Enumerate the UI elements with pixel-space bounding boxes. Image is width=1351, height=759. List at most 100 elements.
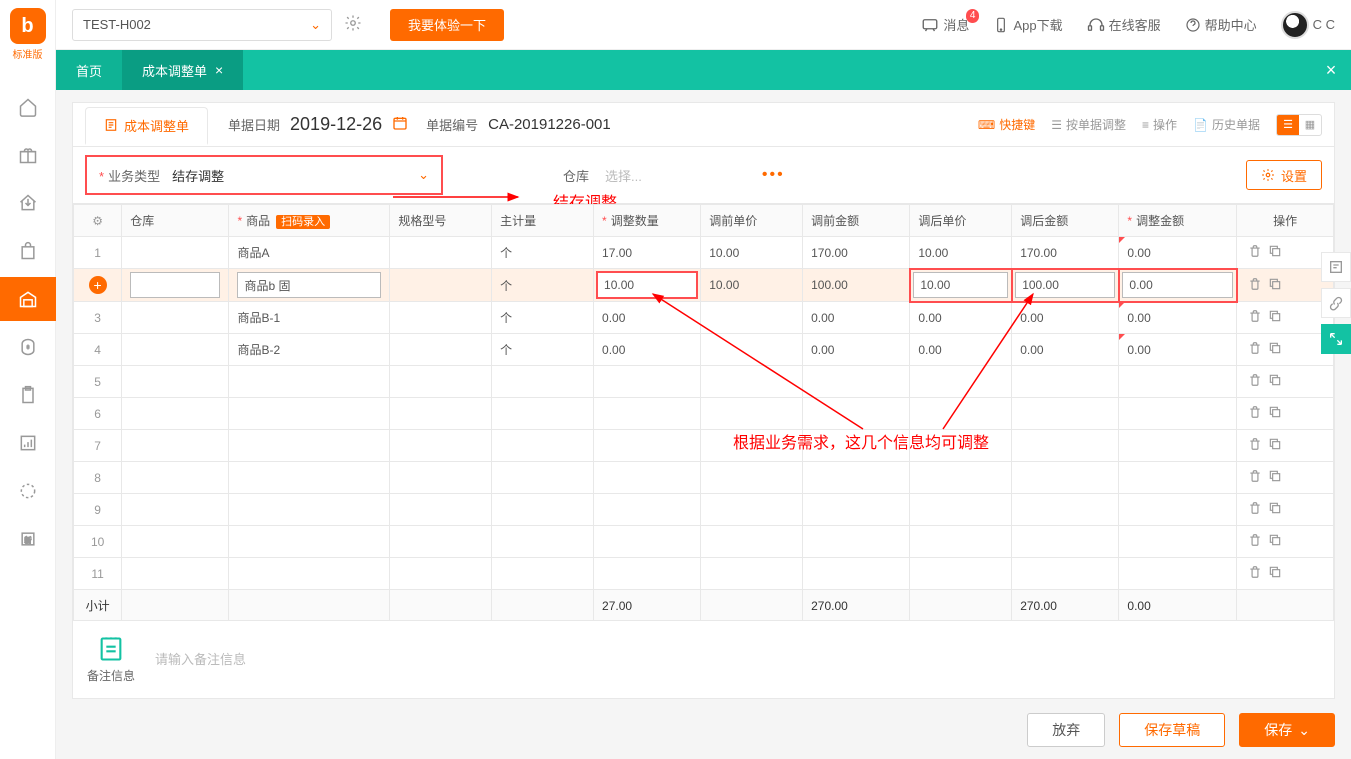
org-selector[interactable]: TEST-H002 ⌄ — [72, 9, 332, 41]
promo-button[interactable]: 我要体验一下 — [390, 9, 504, 41]
table-row[interactable]: 6 — [74, 398, 1334, 430]
table-row[interactable]: 7 — [74, 430, 1334, 462]
action-bar: 放弃 保存草稿 保存⌄ — [72, 699, 1335, 747]
more-icon[interactable]: ••• — [762, 166, 785, 184]
nav-warehouse-icon[interactable] — [0, 277, 56, 321]
col-unit[interactable]: 主计量 — [492, 205, 594, 237]
help-button[interactable]: 帮助中心 — [1185, 15, 1257, 34]
dock-expand-icon[interactable] — [1321, 324, 1351, 354]
messages-button[interactable]: 消息 4 — [921, 15, 969, 34]
remark-label: 备注信息 — [87, 667, 135, 684]
chevron-down-icon: ⌄ — [1298, 722, 1310, 739]
by-bill-button[interactable]: ☰ 按单据调整 — [1051, 116, 1126, 133]
warehouse-field[interactable]: 仓库 选择... — [563, 166, 642, 185]
avatar — [1281, 11, 1309, 39]
save-button[interactable]: 保存⌄ — [1239, 713, 1335, 747]
grid-header-row: ⚙ 仓库 *商品扫码录入 规格型号 主计量 *调整数量 调前单价 调前金额 调后… — [74, 205, 1334, 237]
col-pre-price[interactable]: 调前单价 — [701, 205, 803, 237]
delete-icon[interactable] — [1248, 277, 1262, 291]
table-row[interactable]: 11 — [74, 558, 1334, 590]
calendar-icon[interactable] — [392, 115, 408, 134]
close-icon[interactable]: × — [215, 62, 223, 78]
table-row[interactable]: 4商品B-2个0.000.000.000.000.00 — [74, 334, 1334, 366]
chevron-down-icon: ⌄ — [310, 17, 321, 33]
qty-input[interactable]: 10.00 — [597, 272, 697, 298]
col-post-amount[interactable]: 调后金额 — [1012, 205, 1119, 237]
table-row[interactable]: 3商品B-1个0.000.000.000.000.00 — [74, 302, 1334, 334]
table-row[interactable]: 8 — [74, 462, 1334, 494]
copy-icon[interactable] — [1268, 437, 1282, 451]
col-spec[interactable]: 规格型号 — [390, 205, 492, 237]
col-product[interactable]: *商品扫码录入 — [229, 205, 390, 237]
copy-icon[interactable] — [1268, 373, 1282, 387]
settings-button[interactable]: 设置 — [1246, 160, 1322, 190]
app-download-button[interactable]: App下载 — [993, 15, 1062, 34]
nav-report-icon[interactable] — [0, 421, 56, 465]
header-settings-icon[interactable]: ⚙ — [74, 205, 122, 237]
tab-home[interactable]: 首页 — [56, 50, 122, 90]
delete-icon[interactable] — [1248, 341, 1262, 355]
view-list-button[interactable]: ☰ — [1277, 115, 1299, 135]
nav-upload-icon[interactable] — [0, 181, 56, 225]
operation-button[interactable]: ≡ 操作 — [1142, 116, 1177, 133]
table-row[interactable]: 5 — [74, 366, 1334, 398]
col-adj-amount[interactable]: *调整金额 — [1119, 205, 1237, 237]
delete-icon[interactable] — [1248, 373, 1262, 387]
delete-icon[interactable] — [1248, 469, 1262, 483]
save-draft-button[interactable]: 保存草稿 — [1119, 713, 1225, 747]
delete-icon[interactable] — [1248, 533, 1262, 547]
user-menu[interactable]: C C — [1281, 11, 1335, 39]
nav-home-icon[interactable] — [0, 85, 56, 129]
delete-icon[interactable] — [1248, 244, 1262, 258]
customer-service-button[interactable]: 在线客服 — [1087, 15, 1161, 34]
user-label: C C — [1313, 17, 1335, 32]
shortcut-button[interactable]: ⌨ 快捷键 — [978, 116, 1035, 133]
document-type-tab[interactable]: 成本调整单 — [85, 107, 208, 145]
copy-icon[interactable] — [1268, 405, 1282, 419]
nav-sync-icon[interactable] — [0, 469, 56, 513]
table-row[interactable]: 9 — [74, 494, 1334, 526]
copy-icon[interactable] — [1268, 565, 1282, 579]
delete-icon[interactable] — [1248, 405, 1262, 419]
nav-bag-icon[interactable] — [0, 229, 56, 273]
copy-icon[interactable] — [1268, 341, 1282, 355]
adj-amount-input[interactable]: 0.00 — [1122, 272, 1233, 298]
table-row[interactable]: +商品b 固个10.0010.00100.0010.00100.000.00 — [74, 269, 1334, 302]
table-row[interactable]: 1商品A个17.0010.00170.0010.00170.000.00 — [74, 237, 1334, 269]
table-row[interactable]: 10 — [74, 526, 1334, 558]
nav-gift-icon[interactable] — [0, 133, 56, 177]
grid-footer: 小计 27.00 270.00 270.00 0.00 — [74, 590, 1334, 622]
copy-icon[interactable] — [1268, 309, 1282, 323]
delete-icon[interactable] — [1248, 309, 1262, 323]
nav-clipboard-icon[interactable] — [0, 373, 56, 417]
org-settings-icon[interactable] — [344, 14, 362, 35]
dock-link-icon[interactable] — [1321, 288, 1351, 318]
copy-icon[interactable] — [1268, 469, 1282, 483]
copy-icon[interactable] — [1268, 533, 1282, 547]
close-all-button[interactable]: × — [1311, 50, 1351, 90]
nav-new-icon[interactable]: 新 — [0, 517, 56, 561]
copy-icon[interactable] — [1268, 244, 1282, 258]
delete-icon[interactable] — [1248, 437, 1262, 451]
col-warehouse[interactable]: 仓库 — [122, 205, 229, 237]
discard-button[interactable]: 放弃 — [1027, 713, 1105, 747]
remark-input[interactable] — [155, 652, 1320, 667]
col-pre-amount[interactable]: 调前金额 — [803, 205, 910, 237]
copy-icon[interactable] — [1268, 277, 1282, 291]
nav-money-icon[interactable] — [0, 325, 56, 369]
document-header: 成本调整单 单据日期 2019-12-26 单据编号 CA-20191226-0… — [72, 102, 1335, 204]
delete-icon[interactable] — [1248, 501, 1262, 515]
business-type-field[interactable]: *业务类型 结存调整 ⌄ — [85, 155, 443, 195]
add-row-icon[interactable]: + — [89, 276, 107, 294]
col-post-price[interactable]: 调后单价 — [910, 205, 1012, 237]
remark-section: 备注信息 — [72, 621, 1335, 699]
post-price-input[interactable]: 10.00 — [913, 272, 1008, 298]
post-amount-input[interactable]: 100.00 — [1015, 272, 1115, 298]
delete-icon[interactable] — [1248, 565, 1262, 579]
copy-icon[interactable] — [1268, 501, 1282, 515]
dock-note-icon[interactable] — [1321, 252, 1351, 282]
view-grid-button[interactable]: ▦ — [1299, 115, 1321, 135]
tab-cost-adjustment[interactable]: 成本调整单 × — [122, 50, 243, 90]
history-button[interactable]: 📄 历史单据 — [1193, 116, 1260, 133]
col-qty[interactable]: *调整数量 — [594, 205, 701, 237]
